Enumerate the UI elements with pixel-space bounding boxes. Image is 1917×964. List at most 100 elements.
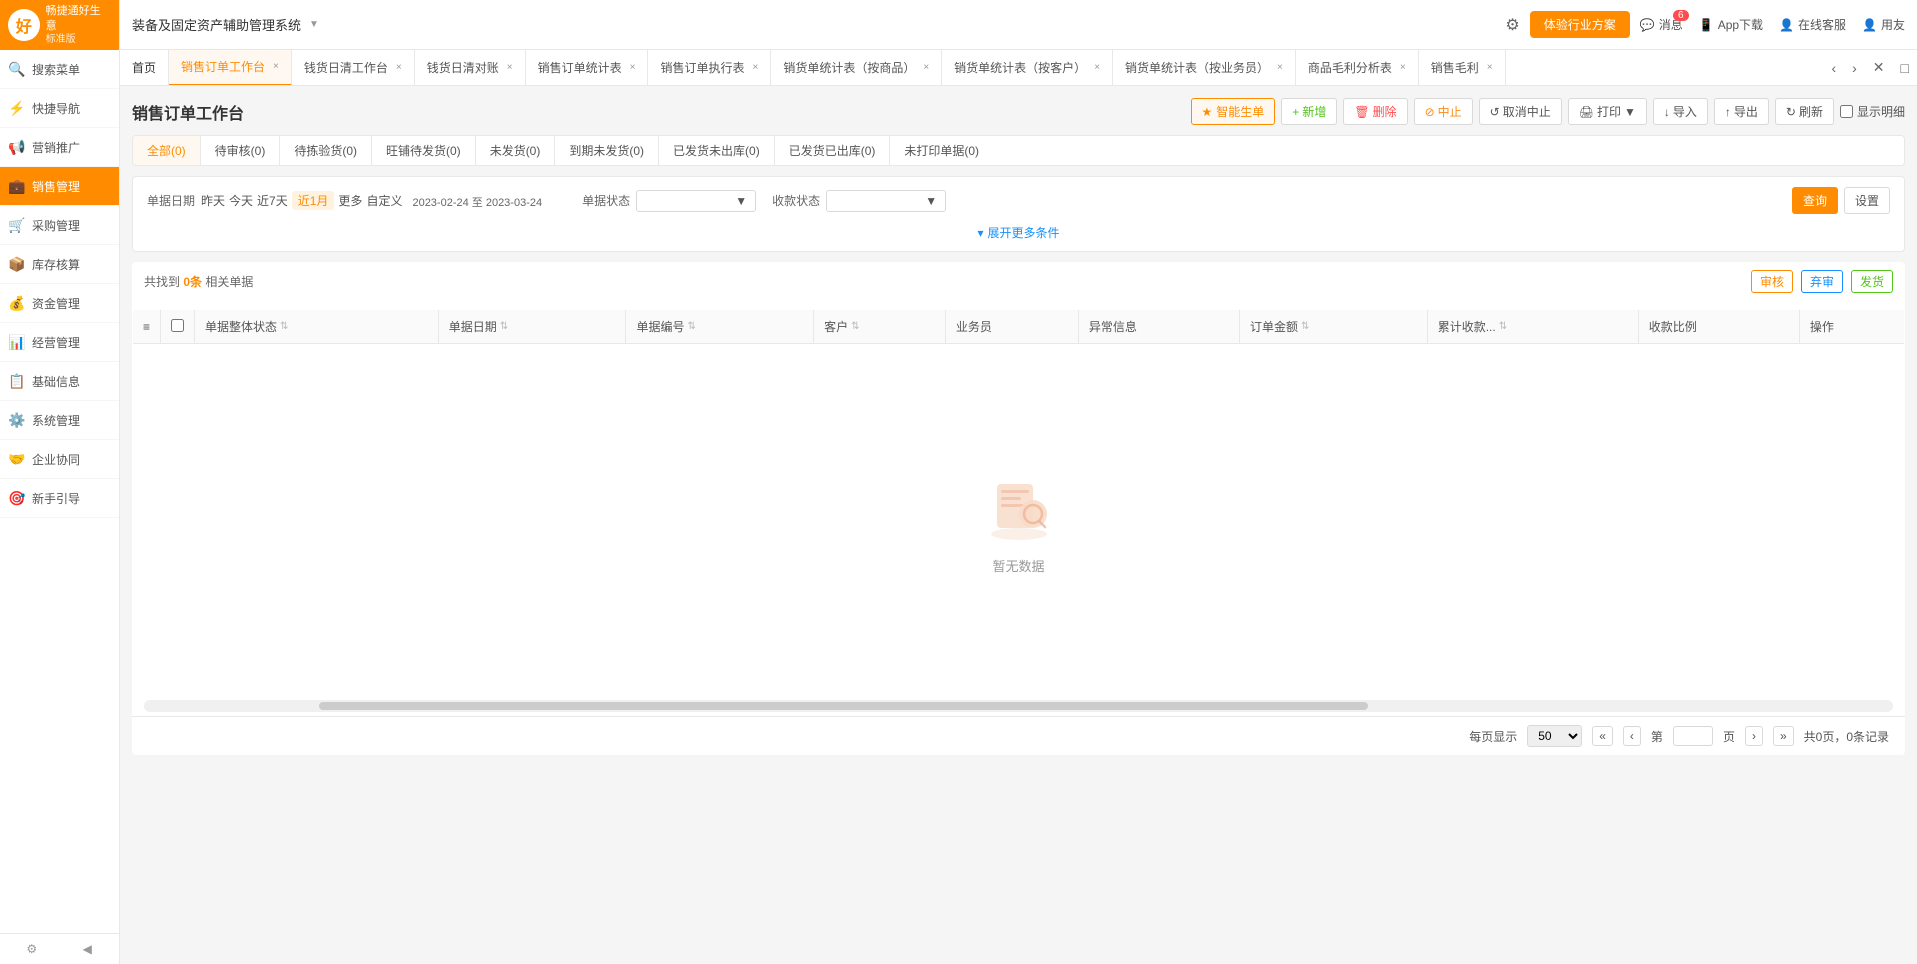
sidebar-item-finance[interactable]: 💰资金管理 — [0, 284, 119, 323]
page-input[interactable]: 1 — [1673, 726, 1713, 746]
sidebar-item-quick-nav[interactable]: ⚡快捷导航 — [0, 89, 119, 128]
deliver-btn[interactable]: 发货 — [1851, 270, 1893, 293]
sidebar-item-operations[interactable]: 📊经营管理 — [0, 323, 119, 362]
tab-10[interactable]: 销售毛利× — [1419, 50, 1506, 86]
tab-close-icon[interactable]: × — [396, 62, 402, 73]
sidebar-item-search[interactable]: 🔍搜索菜单 — [0, 50, 119, 89]
settings-icon[interactable]: ⚙ — [8, 942, 56, 956]
user-menu[interactable]: 👤 用友 — [1862, 16, 1905, 33]
tab-0[interactable]: 首页 — [120, 50, 169, 86]
sidebar-item-inventory[interactable]: 📦库存核算 — [0, 245, 119, 284]
subtab-7[interactable]: 已发货已出库(0) — [775, 136, 891, 165]
collapse-icon[interactable]: ◀ — [64, 942, 112, 956]
subtab-5[interactable]: 到期未发货(0) — [555, 136, 659, 165]
print-btn[interactable]: 🖨 打印 ▼ — [1568, 98, 1647, 125]
select-all-checkbox[interactable] — [171, 319, 184, 332]
next-page-btn[interactable]: › — [1745, 726, 1763, 746]
tab-close-icon[interactable]: × — [273, 61, 279, 72]
prev-page-btn[interactable]: ‹ — [1623, 726, 1641, 746]
date-opt-近7天[interactable]: 近7天 — [257, 192, 288, 209]
show-detail-checkbox[interactable] — [1840, 105, 1853, 118]
tab-close-all[interactable]: ✕ — [1865, 59, 1893, 76]
sort-icon[interactable]: ⇅ — [1301, 321, 1309, 332]
smart-order-btn[interactable]: ★ 智能生单 — [1191, 98, 1276, 125]
subtab-8[interactable]: 未打印单据(0) — [890, 136, 993, 165]
refresh-btn[interactable]: ↻ 刷新 — [1775, 98, 1834, 125]
expand-btn[interactable]: ▾ 展开更多条件 — [977, 224, 1059, 241]
query-btn[interactable]: 查询 — [1792, 187, 1838, 214]
payment-select[interactable]: ▼ — [826, 190, 946, 212]
sort-icon[interactable]: ⇅ — [851, 321, 859, 332]
sidebar-item-system[interactable]: ⚙️系统管理 — [0, 401, 119, 440]
tab-4[interactable]: 销售订单统计表× — [526, 50, 649, 86]
tab-nav-next[interactable]: › — [1844, 60, 1865, 76]
delete-btn[interactable]: 🗑 删除 — [1343, 98, 1407, 125]
page-size-select[interactable]: 20 50 100 200 — [1527, 725, 1582, 747]
tab-2[interactable]: 钱货日清工作台× — [292, 50, 415, 86]
message-icon: 💬 — [1640, 18, 1655, 32]
date-opt-自定义[interactable]: 自定义 — [366, 192, 402, 209]
tab-close-icon[interactable]: × — [507, 62, 513, 73]
refresh-icon: ↻ — [1786, 105, 1796, 119]
tab-9[interactable]: 商品毛利分析表× — [1296, 50, 1419, 86]
subtab-4[interactable]: 未发货(0) — [476, 136, 556, 165]
app-download-btn[interactable]: 📱 App下载 — [1699, 16, 1763, 33]
topbar-settings-icon[interactable]: ⚙ — [1505, 15, 1519, 35]
online-service-btn[interactable]: 👤 在线客服 — [1779, 16, 1846, 33]
tab-1[interactable]: 销售订单工作台× — [169, 50, 292, 86]
message-btn[interactable]: 💬 消息 6 — [1640, 16, 1683, 33]
cancel-stop-btn[interactable]: ↺ 取消中止 — [1479, 98, 1562, 125]
tab-close-icon[interactable]: × — [1094, 62, 1100, 73]
audit-btn[interactable]: 审核 — [1751, 270, 1793, 293]
sidebar-label: 资金管理 — [32, 295, 80, 312]
subtab-2[interactable]: 待拣验货(0) — [280, 136, 372, 165]
tab-close-icon[interactable]: × — [630, 62, 636, 73]
tab-7[interactable]: 销货单统计表（按客户）× — [942, 50, 1113, 86]
sort-icon[interactable]: ⇅ — [500, 321, 508, 332]
dropdown-arrow-icon[interactable]: ▼ — [309, 19, 319, 30]
tab-nav-prev[interactable]: ‹ — [1823, 60, 1844, 76]
subtab-3[interactable]: 旺铺待发货(0) — [372, 136, 476, 165]
date-opt-更多[interactable]: 更多 — [338, 192, 362, 209]
tab-6[interactable]: 销货单统计表（按商品）× — [771, 50, 942, 86]
scrollbar-thumb[interactable] — [319, 702, 1368, 710]
sort-icon[interactable]: ⇅ — [1499, 321, 1507, 332]
sidebar-item-guide[interactable]: 🎯新手引导 — [0, 479, 119, 518]
export-btn[interactable]: ↑ 导出 — [1714, 98, 1769, 125]
date-opt-近1月[interactable]: 近1月 — [292, 191, 335, 210]
tab-8[interactable]: 销货单统计表（按业务员）× — [1113, 50, 1296, 86]
tab-maximize[interactable]: □ — [1893, 60, 1917, 76]
sidebar-item-enterprise[interactable]: 🤝企业协同 — [0, 440, 119, 479]
tab-close-icon[interactable]: × — [923, 62, 929, 73]
last-page-btn[interactable]: » — [1773, 726, 1794, 746]
first-page-btn[interactable]: « — [1592, 726, 1613, 746]
sidebar-item-purchase[interactable]: 🛒采购管理 — [0, 206, 119, 245]
filter-settings-btn[interactable]: 设置 — [1844, 187, 1890, 214]
sidebar-item-marketing[interactable]: 📢营销推广 — [0, 128, 119, 167]
sidebar-item-basics[interactable]: 📋基础信息 — [0, 362, 119, 401]
tab-5[interactable]: 销售订单执行表× — [648, 50, 771, 86]
stop-btn[interactable]: ⊘ 中止 — [1414, 98, 1473, 125]
industry-btn[interactable]: 体验行业方案 — [1530, 11, 1630, 38]
horizontal-scrollbar[interactable] — [144, 700, 1893, 712]
date-opt-今天[interactable]: 今天 — [229, 192, 253, 209]
subtab-6[interactable]: 已发货未出库(0) — [659, 136, 775, 165]
import-btn[interactable]: ↓ 导入 — [1653, 98, 1708, 125]
subtab-1[interactable]: 待审核(0) — [201, 136, 281, 165]
date-opt-昨天[interactable]: 昨天 — [201, 192, 225, 209]
revoke-btn[interactable]: 弃审 — [1801, 270, 1843, 293]
tab-close-icon[interactable]: × — [1277, 62, 1283, 73]
status-select[interactable]: ▼ — [636, 190, 756, 212]
sort-icon[interactable]: ⇅ — [280, 321, 288, 332]
tab-3[interactable]: 钱货日清对账× — [415, 50, 526, 86]
subtab-0[interactable]: 全部(0) — [133, 136, 201, 165]
sort-icon[interactable]: ⇅ — [687, 321, 695, 332]
tab-close-icon[interactable]: × — [752, 62, 758, 73]
filter-area: 单据日期 昨天今天近7天近1月更多自定义 2023-02-24 至 2023-0… — [132, 176, 1905, 252]
add-btn[interactable]: + 新增 — [1281, 98, 1337, 125]
total-count: 0条 — [183, 275, 202, 289]
page-title: 销售订单工作台 — [132, 100, 244, 124]
sidebar-item-sales[interactable]: 💼销售管理 — [0, 167, 119, 206]
tab-close-icon[interactable]: × — [1487, 62, 1493, 73]
tab-close-icon[interactable]: × — [1400, 62, 1406, 73]
